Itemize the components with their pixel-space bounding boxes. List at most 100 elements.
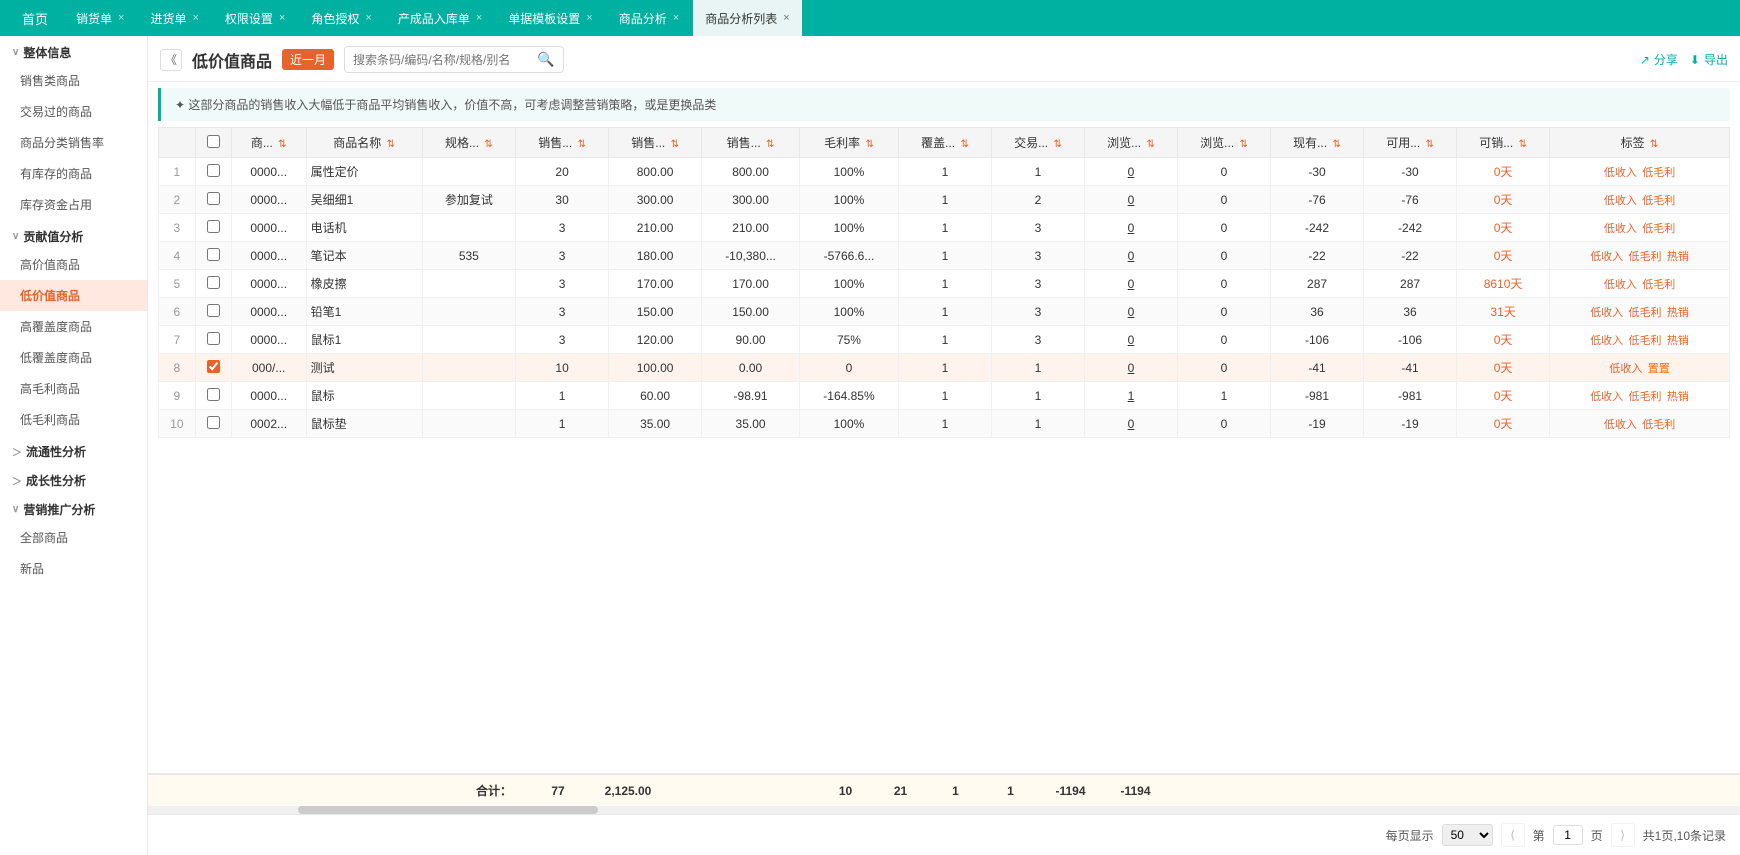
close-icon[interactable]: × (279, 12, 285, 24)
nav-sales-order[interactable]: 销货单 × (64, 0, 136, 36)
col-coverage[interactable]: 覆盖... ⇅ (898, 128, 991, 158)
page-size-select[interactable]: 50 100 200 (1442, 824, 1493, 846)
col-stock-sell[interactable]: 可销... ⇅ (1457, 128, 1550, 158)
nav-product-stock[interactable]: 产成品入库单 × (386, 0, 494, 36)
col-sale-qty[interactable]: 销售... ⇅ (516, 128, 609, 158)
date-filter-button[interactable]: 近一月 (282, 49, 334, 70)
collapse-button[interactable]: 《 (160, 49, 182, 71)
sidebar-item-low-margin[interactable]: 低毛利商品 (0, 404, 147, 435)
nav-permission[interactable]: 权限设置 × (213, 0, 297, 36)
row-check[interactable] (195, 214, 231, 242)
view-link[interactable]: 0 (1128, 333, 1135, 347)
sidebar-group-liquidity[interactable]: ＞ 流通性分析 (0, 435, 147, 464)
close-icon[interactable]: × (783, 12, 789, 24)
sidebar-group-marketing[interactable]: ∨ 营销推广分析 (0, 493, 147, 522)
search-icon[interactable]: 🔍 (537, 51, 554, 68)
row-check[interactable] (195, 326, 231, 354)
select-all-checkbox[interactable] (207, 135, 220, 148)
sidebar-item-inventory-capital[interactable]: 库存资金占用 (0, 189, 147, 220)
view-link[interactable]: 0 (1128, 249, 1135, 263)
sidebar-item-low-value[interactable]: 低价值商品 (0, 280, 147, 311)
col-code[interactable]: 商... ⇅ (231, 128, 306, 158)
row-checkbox[interactable] (207, 332, 220, 345)
col-sale-profit[interactable]: 销售... ⇅ (702, 128, 800, 158)
sidebar-item-high-coverage[interactable]: 高覆盖度商品 (0, 311, 147, 342)
row-check[interactable] (195, 270, 231, 298)
row-checkbox[interactable] (207, 192, 220, 205)
sidebar-item-traded-products[interactable]: 交易过的商品 (0, 96, 147, 127)
row-checkbox[interactable] (207, 220, 220, 233)
row-check[interactable] (195, 298, 231, 326)
search-input[interactable] (353, 53, 533, 67)
view-link[interactable]: 1 (1128, 389, 1135, 403)
row-checkbox[interactable] (207, 360, 220, 373)
row-checkbox[interactable] (207, 276, 220, 289)
sidebar-group-contribution[interactable]: ∨ 贡献值分析 (0, 220, 147, 249)
sidebar-item-high-margin[interactable]: 高毛利商品 (0, 373, 147, 404)
view-link[interactable]: 0 (1128, 277, 1135, 291)
nav-template-setting[interactable]: 单据模板设置 × (496, 0, 604, 36)
close-icon[interactable]: × (365, 12, 371, 24)
col-view2[interactable]: 浏览... ⇅ (1178, 128, 1271, 158)
col-sale-amt[interactable]: 销售... ⇅ (609, 128, 702, 158)
next-page-button[interactable]: ⟩ (1611, 823, 1635, 847)
sidebar-item-sales-products[interactable]: 销售类商品 (0, 65, 147, 96)
view-link[interactable]: 0 (1128, 193, 1135, 207)
sidebar-item-high-value[interactable]: 高价值商品 (0, 249, 147, 280)
col-trade[interactable]: 交易... ⇅ (991, 128, 1084, 158)
nav-purchase-order[interactable]: 进货单 × (138, 0, 210, 36)
row-checkbox[interactable] (207, 164, 220, 177)
close-icon[interactable]: × (476, 12, 482, 24)
row-check[interactable] (195, 410, 231, 438)
view-link[interactable]: 0 (1128, 361, 1135, 375)
close-icon[interactable]: × (118, 12, 124, 24)
sidebar-group-overall[interactable]: ∨ 整体信息 (0, 36, 147, 65)
col-name[interactable]: 商品名称 ⇅ (306, 128, 422, 158)
col-tags[interactable]: 标签 ⇅ (1550, 128, 1730, 158)
share-button[interactable]: ↗ 分享 (1640, 51, 1678, 68)
row-checkbox[interactable] (207, 388, 220, 401)
nav-role-auth[interactable]: 角色授权 × (299, 0, 383, 36)
view-link[interactable]: 0 (1128, 165, 1135, 179)
row-checkbox[interactable] (207, 304, 220, 317)
close-icon[interactable]: × (673, 12, 679, 24)
row-view1[interactable]: 0 (1085, 270, 1178, 298)
horizontal-scrollbar[interactable] (148, 806, 1740, 814)
row-checkbox[interactable] (207, 416, 220, 429)
col-stock-avail[interactable]: 可用... ⇅ (1364, 128, 1457, 158)
col-view1[interactable]: 浏览... ⇅ (1085, 128, 1178, 158)
row-check[interactable] (195, 242, 231, 270)
row-checkbox[interactable] (207, 248, 220, 261)
row-view1[interactable]: 0 (1085, 186, 1178, 214)
close-icon[interactable]: × (586, 12, 592, 24)
row-view1[interactable]: 0 (1085, 214, 1178, 242)
row-view1[interactable]: 0 (1085, 298, 1178, 326)
row-view1[interactable]: 0 (1085, 242, 1178, 270)
view-link[interactable]: 0 (1128, 417, 1135, 431)
sidebar-item-new-products[interactable]: 新品 (0, 553, 147, 584)
row-check[interactable] (195, 158, 231, 186)
row-check[interactable] (195, 186, 231, 214)
nav-product-analysis[interactable]: 商品分析 × (607, 0, 691, 36)
sidebar-item-low-coverage[interactable]: 低覆盖度商品 (0, 342, 147, 373)
view-link[interactable]: 0 (1128, 221, 1135, 235)
sidebar-item-in-stock-products[interactable]: 有库存的商品 (0, 158, 147, 189)
row-check[interactable] (195, 382, 231, 410)
col-check[interactable] (195, 128, 231, 158)
col-gross-margin[interactable]: 毛利率 ⇅ (799, 128, 898, 158)
sidebar-item-all-products[interactable]: 全部商品 (0, 522, 147, 553)
row-view1[interactable]: 1 (1085, 382, 1178, 410)
col-stock-cur[interactable]: 现有... ⇅ (1271, 128, 1364, 158)
row-view1[interactable]: 0 (1085, 326, 1178, 354)
sidebar-item-category-sales-rate[interactable]: 商品分类销售率 (0, 127, 147, 158)
row-view1[interactable]: 0 (1085, 158, 1178, 186)
first-page-button[interactable]: ⟨ (1501, 823, 1525, 847)
sidebar-group-growth[interactable]: ＞ 成长性分析 (0, 464, 147, 493)
export-button[interactable]: ⬇ 导出 (1690, 51, 1728, 68)
row-check[interactable] (195, 354, 231, 382)
row-view1[interactable]: 0 (1085, 410, 1178, 438)
scrollbar-thumb[interactable] (298, 806, 598, 814)
close-icon[interactable]: × (192, 12, 198, 24)
nav-home[interactable]: 首页 (8, 0, 62, 36)
page-number-input[interactable] (1553, 825, 1583, 845)
